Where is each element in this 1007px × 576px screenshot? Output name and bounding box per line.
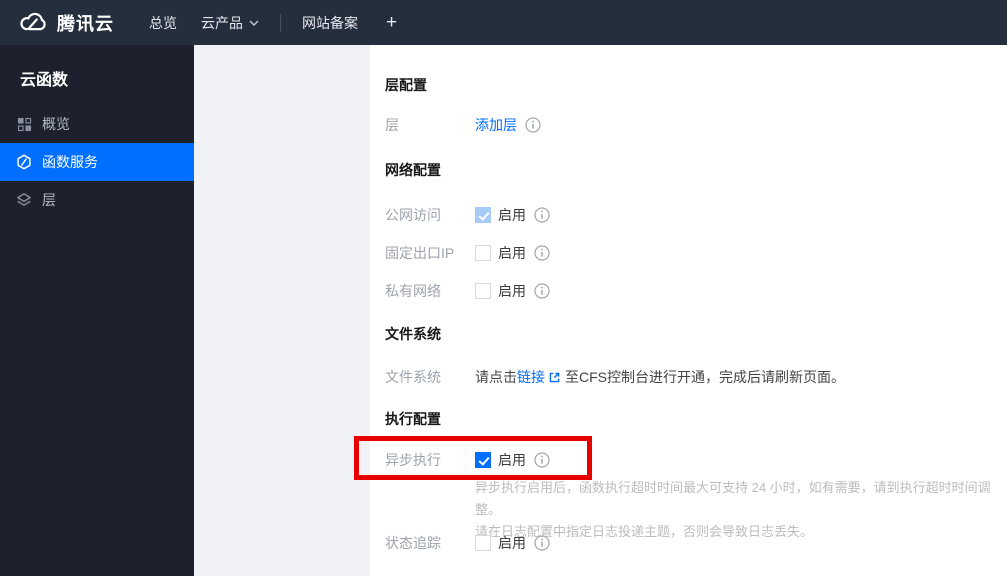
enable-label: 启用 bbox=[498, 452, 526, 468]
sidebar-item-layers[interactable]: 层 bbox=[0, 181, 194, 219]
form-row-private-network: 私有网络 启用 bbox=[385, 281, 550, 301]
nav-divider bbox=[280, 13, 281, 32]
public-network-checkbox[interactable] bbox=[475, 207, 491, 223]
enable-label: 启用 bbox=[498, 535, 526, 551]
brand-name: 腾讯云 bbox=[57, 13, 114, 34]
enable-label: 启用 bbox=[498, 245, 526, 261]
external-link-icon[interactable] bbox=[548, 371, 561, 384]
enable-label: 启用 bbox=[498, 207, 526, 223]
async-execution-checkbox[interactable] bbox=[475, 452, 491, 468]
status-tracking-checkbox[interactable] bbox=[475, 535, 491, 551]
section-title-layer-config: 层配置 bbox=[385, 77, 427, 93]
form-row-fixed-outbound-ip: 固定出口IP 启用 bbox=[385, 243, 550, 263]
field-label-public-network: 公网访问 bbox=[385, 207, 441, 223]
info-icon[interactable] bbox=[525, 117, 541, 133]
nav-item-overview[interactable]: 总览 bbox=[137, 0, 189, 45]
sidebar-item-label: 函数服务 bbox=[42, 154, 98, 170]
top-nav-menu: 总览 云产品 网站备案 + bbox=[137, 0, 409, 45]
enable-label: 启用 bbox=[498, 283, 526, 299]
section-title-filesystem: 文件系统 bbox=[385, 326, 441, 342]
layers-icon bbox=[16, 192, 32, 208]
field-label-layer: 层 bbox=[385, 117, 399, 133]
secondary-panel bbox=[194, 45, 370, 576]
async-description-line1: 异步执行启用后，函数执行超时时间最大可支持 24 小时，如有需要，请到执行超时时… bbox=[475, 480, 991, 517]
chevron-down-icon bbox=[249, 20, 259, 26]
tencent-cloud-console: 腾讯云 总览 云产品 网站备案 + 云函数 概览 函数服务 层 层配置 层 添加… bbox=[0, 0, 1007, 576]
add-product-tab-button[interactable]: + bbox=[374, 12, 409, 34]
grid-icon bbox=[16, 116, 32, 132]
section-title-execution-config: 执行配置 bbox=[385, 411, 441, 427]
nav-cloud-products-label: 云产品 bbox=[201, 14, 243, 31]
sidebar-item-function-service[interactable]: 函数服务 bbox=[0, 143, 194, 181]
form-row-status-tracking: 状态追踪 启用 bbox=[385, 533, 550, 553]
sidebar-item-overview[interactable]: 概览 bbox=[0, 105, 194, 143]
field-label-fixed-outbound-ip: 固定出口IP bbox=[385, 245, 455, 261]
filesystem-hint-before: 请点击 bbox=[475, 369, 517, 385]
nav-overview-label: 总览 bbox=[149, 14, 177, 31]
nav-item-cloud-products[interactable]: 云产品 bbox=[189, 0, 271, 45]
function-config-panel: 层配置 层 添加层 网络配置 公网访问 启用 固定出口IP 启用 私有网络 启用… bbox=[370, 45, 1007, 576]
sidebar-title: 云函数 bbox=[20, 72, 69, 89]
info-icon[interactable] bbox=[534, 283, 550, 299]
top-navbar: 腾讯云 总览 云产品 网站备案 + bbox=[0, 0, 1007, 45]
sidebar-item-label: 层 bbox=[42, 192, 56, 208]
async-execution-description: 异步执行启用后，函数执行超时时间最大可支持 24 小时，如有需要，请到执行超时时… bbox=[475, 477, 1000, 543]
filesystem-hint-after: 至CFS控制台进行开通，完成后请刷新页面。 bbox=[565, 369, 845, 385]
nav-website-record-label: 网站备案 bbox=[302, 14, 358, 31]
info-icon[interactable] bbox=[534, 245, 550, 261]
sidebar-item-label: 概览 bbox=[42, 116, 70, 132]
nav-item-website-record[interactable]: 网站备案 bbox=[290, 0, 370, 45]
sidebar: 云函数 概览 函数服务 层 bbox=[0, 45, 194, 576]
field-label-private-network: 私有网络 bbox=[385, 283, 441, 299]
form-row-filesystem: 文件系统 请点击 链接 至CFS控制台进行开通，完成后请刷新页面。 bbox=[385, 367, 845, 387]
function-hexagon-icon bbox=[16, 154, 32, 170]
info-icon[interactable] bbox=[534, 535, 550, 551]
cfs-console-link[interactable]: 链接 bbox=[517, 367, 545, 387]
tencent-cloud-logo-icon bbox=[17, 11, 48, 34]
add-layer-link[interactable]: 添加层 bbox=[475, 115, 517, 135]
async-description-line2: 请在日志配置中指定日志投递主题，否则会导致日志丢失。 bbox=[475, 524, 814, 539]
field-label-async-execution: 异步执行 bbox=[385, 452, 441, 468]
field-label-status-tracking: 状态追踪 bbox=[385, 535, 441, 551]
info-icon[interactable] bbox=[534, 207, 550, 223]
private-network-checkbox[interactable] bbox=[475, 283, 491, 299]
info-icon[interactable] bbox=[534, 452, 550, 468]
fixed-outbound-ip-checkbox[interactable] bbox=[475, 245, 491, 261]
field-label-filesystem: 文件系统 bbox=[385, 369, 441, 385]
form-row-async-execution: 异步执行 启用 bbox=[385, 450, 550, 470]
form-row-layer: 层 添加层 bbox=[385, 115, 541, 135]
section-title-network-config: 网络配置 bbox=[385, 162, 441, 178]
brand-home-link[interactable]: 腾讯云 bbox=[17, 10, 114, 36]
form-row-public-network: 公网访问 启用 bbox=[385, 205, 550, 225]
